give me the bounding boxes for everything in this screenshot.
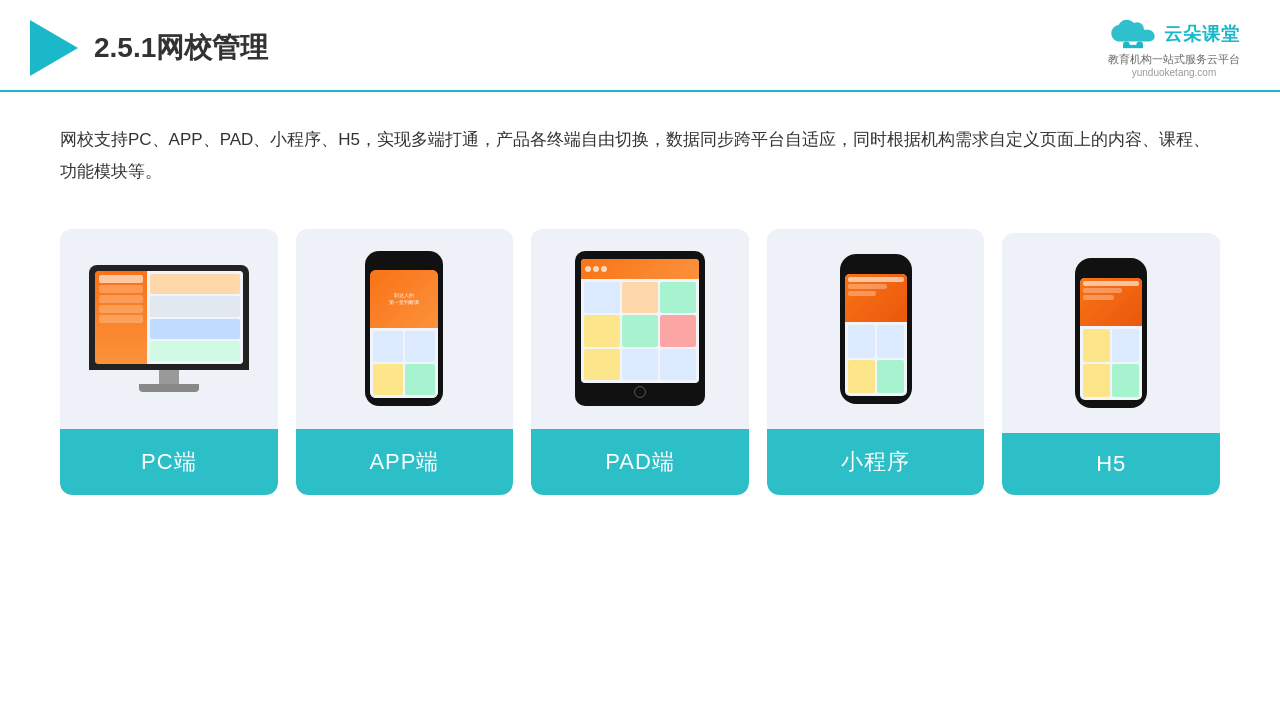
brand-url: yunduoketang.com: [1132, 67, 1217, 78]
card-app-image: 职达人的第一堂判断课: [296, 229, 514, 429]
card-pad-label: PAD端: [531, 429, 749, 495]
card-app: 职达人的第一堂判断课 APP端: [296, 229, 514, 495]
brand-name: 云朵课堂: [1164, 22, 1240, 46]
logo-triangle-icon: [30, 20, 78, 76]
description-text: 网校支持PC、APP、PAD、小程序、H5，实现多端打通，产品各终端自由切换，数…: [60, 124, 1220, 189]
brand-tagline: 教育机构一站式服务云平台: [1108, 52, 1240, 67]
cloud-logo: 云朵课堂: [1108, 18, 1240, 50]
cloud-icon: [1108, 18, 1158, 50]
card-mini-image: [767, 229, 985, 429]
main-content: 网校支持PC、APP、PAD、小程序、H5，实现多端打通，产品各终端自由切换，数…: [0, 92, 1280, 515]
h5-mockup: [1075, 258, 1147, 408]
header-right: 云朵课堂 教育机构一站式服务云平台 yunduoketang.com: [1108, 18, 1240, 78]
card-h5-image: [1002, 233, 1220, 433]
card-pad-image: [531, 229, 749, 429]
card-app-label: APP端: [296, 429, 514, 495]
cards-container: PC端 职达人的第一堂判断课: [60, 229, 1220, 495]
app-mockup: 职达人的第一堂判断课: [365, 251, 443, 406]
pad-mockup: [575, 251, 705, 406]
pc-mockup: [89, 265, 249, 392]
page-title: 2.5.1网校管理: [94, 29, 268, 67]
card-h5: H5: [1002, 233, 1220, 495]
card-mini: 小程序: [767, 229, 985, 495]
header-left: 2.5.1网校管理: [30, 20, 268, 76]
card-pc-image: [60, 229, 278, 429]
mini-mockup: [840, 254, 912, 404]
card-pc: PC端: [60, 229, 278, 495]
card-pc-label: PC端: [60, 429, 278, 495]
card-mini-label: 小程序: [767, 429, 985, 495]
card-pad: PAD端: [531, 229, 749, 495]
card-h5-label: H5: [1002, 433, 1220, 495]
header: 2.5.1网校管理 云朵课堂 教育机构一站式服务云平台 yunduoketang…: [0, 0, 1280, 92]
svg-rect-2: [1123, 45, 1143, 48]
